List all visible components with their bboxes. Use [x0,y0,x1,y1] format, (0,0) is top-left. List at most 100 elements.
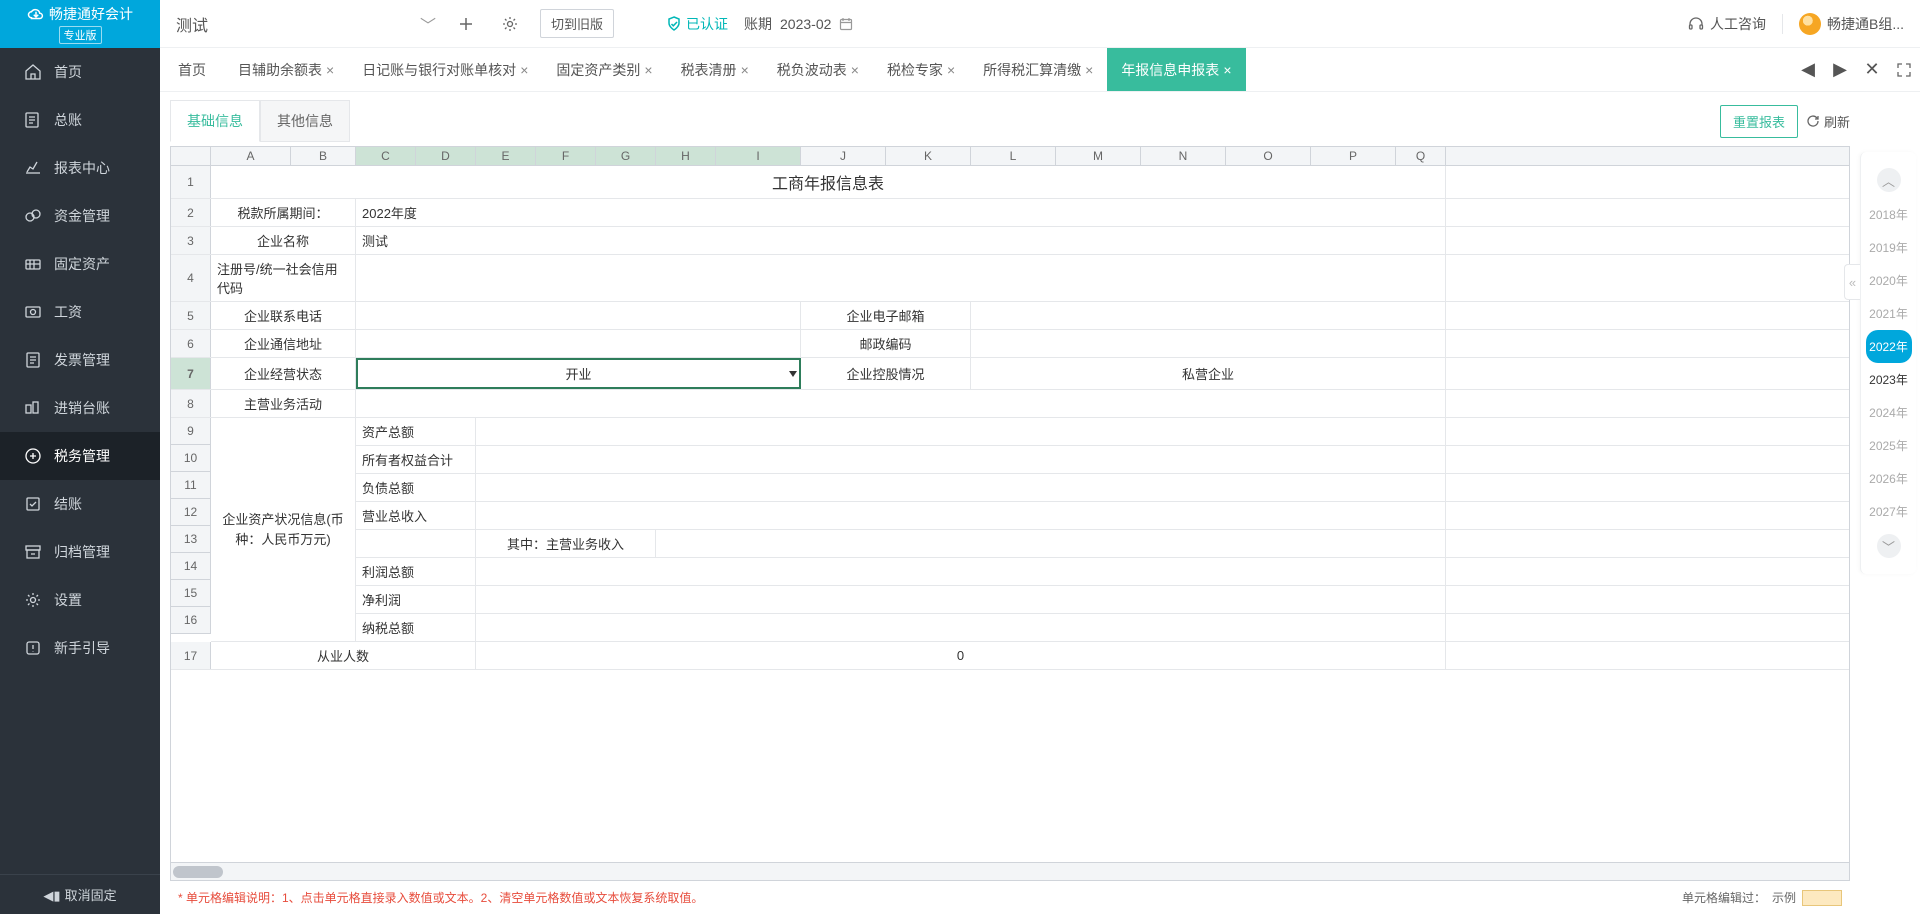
year-2023年[interactable]: 2023年 [1866,363,1912,396]
tab-home[interactable]: 首页 [160,48,224,91]
subtab-1[interactable]: 其他信息 [260,100,350,142]
cell[interactable]: 纳税总额 [356,614,476,641]
cell[interactable] [476,614,1446,641]
cell[interactable] [476,558,1446,585]
business-status-cell[interactable]: 开业 [356,358,801,389]
sidebar-item-4[interactable]: 固定资产 [0,240,160,288]
horizontal-scrollbar[interactable] [171,862,1849,880]
cell[interactable]: 企业经营状态 [211,358,356,389]
cell[interactable] [476,586,1446,613]
cell[interactable] [476,446,1446,473]
col-header-C[interactable]: C [356,147,416,165]
tab-1[interactable]: 日记账与银行对账单核对× [348,48,542,91]
cell[interactable]: 0 [476,642,1446,669]
cell[interactable] [656,530,1446,557]
tab-scroll-right[interactable]: ▶ [1824,59,1856,80]
select-all-corner[interactable] [171,147,211,165]
tab-2[interactable]: 固定资产类别× [542,48,666,91]
year-2024年[interactable]: 2024年 [1866,396,1912,429]
cell[interactable]: 主营业务活动 [211,390,356,417]
year-2022年[interactable]: 2022年 [1866,330,1912,363]
col-header-Q[interactable]: Q [1396,147,1446,165]
row-header-3[interactable]: 3 [171,227,211,254]
col-header-K[interactable]: K [886,147,971,165]
cell[interactable] [356,255,1446,301]
refresh-button[interactable]: 刷新 [1806,112,1850,131]
row-header-10[interactable]: 10 [171,445,211,472]
year-down-button[interactable]: ﹀ [1877,534,1901,558]
sidebar-item-9[interactable]: 结账 [0,480,160,528]
cell[interactable]: 利润总额 [356,558,476,585]
row-header-1[interactable]: 1 [171,166,211,198]
sheet-title[interactable]: 工商年报信息表 [211,166,1446,198]
cell[interactable] [476,502,1446,529]
cell[interactable]: 资产总额 [356,418,476,445]
sidebar-item-5[interactable]: 工资 [0,288,160,336]
sidebar-item-3[interactable]: 资金管理 [0,192,160,240]
row-header-4[interactable]: 4 [171,255,211,301]
cell[interactable]: 企业电子邮箱 [801,302,971,329]
sidebar-item-8[interactable]: 税务管理 [0,432,160,480]
tab-3[interactable]: 税表清册× [667,48,763,91]
year-2021年[interactable]: 2021年 [1866,297,1912,330]
period-value[interactable]: 2022年度 [356,199,1446,226]
cell[interactable]: 净利润 [356,586,476,613]
accounting-period[interactable]: 账期 2023-02 [744,14,853,34]
cell[interactable]: 所有者权益合计 [356,446,476,473]
tab-close-icon[interactable]: × [1223,62,1231,78]
tab-close-icon[interactable]: × [326,62,334,78]
sidebar-item-10[interactable]: 归档管理 [0,528,160,576]
cell[interactable]: 注册号/统一社会信用代码 [211,255,356,301]
row-header-12[interactable]: 12 [171,499,211,526]
col-header-D[interactable]: D [416,147,476,165]
cell[interactable]: 测试 [356,227,1446,254]
year-2018年[interactable]: 2018年 [1866,198,1912,231]
row-header-7[interactable]: 7 [171,358,211,389]
row-header-16[interactable]: 16 [171,607,211,634]
rail-collapse-handle[interactable]: « [1844,264,1860,300]
grid-body[interactable]: 1工商年报信息表2税款所属期间：2022年度 3企业名称测试 4注册号/统一社会信用… [171,166,1849,862]
reset-report-button[interactable]: 重置报表 [1720,105,1798,138]
tab-0[interactable]: 目辅助余额表× [224,48,348,91]
year-2020年[interactable]: 2020年 [1866,264,1912,297]
col-header-P[interactable]: P [1311,147,1396,165]
switch-old-version-button[interactable]: 切到旧版 [540,9,614,38]
year-2027年[interactable]: 2027年 [1866,495,1912,528]
add-button[interactable] [452,10,480,38]
row-header-11[interactable]: 11 [171,472,211,499]
subtab-0[interactable]: 基础信息 [170,100,260,142]
col-header-B[interactable]: B [291,147,356,165]
period-label[interactable]: 税款所属期间： [211,199,356,226]
tab-close-icon[interactable]: × [741,62,749,78]
year-2019年[interactable]: 2019年 [1866,231,1912,264]
cell[interactable] [971,302,1446,329]
row-header-2[interactable]: 2 [171,199,211,226]
row-header-5[interactable]: 5 [171,302,211,329]
row-header-17[interactable]: 17 [171,642,211,669]
cell[interactable]: 企业控股情况 [801,358,971,389]
year-2025年[interactable]: 2025年 [1866,429,1912,462]
cell[interactable]: 企业联系电话 [211,302,356,329]
sidebar-item-2[interactable]: 报表中心 [0,144,160,192]
cell[interactable]: 邮政编码 [801,330,971,357]
consult-button[interactable]: 人工咨询 [1688,14,1766,34]
row-header-8[interactable]: 8 [171,390,211,417]
col-header-J[interactable]: J [801,147,886,165]
cell[interactable]: 其中：主营业务收入 [476,530,656,557]
sidebar-item-6[interactable]: 发票管理 [0,336,160,384]
cell[interactable]: 私营企业 [971,358,1446,389]
cell[interactable]: 负债总额 [356,474,476,501]
row-header-6[interactable]: 6 [171,330,211,357]
company-selector[interactable]: 测试 ﹀ [176,12,436,36]
sidebar-item-7[interactable]: 进销台账 [0,384,160,432]
cell[interactable]: 企业通信地址 [211,330,356,357]
cell[interactable] [971,330,1446,357]
cell[interactable]: 企业名称 [211,227,356,254]
col-header-L[interactable]: L [971,147,1056,165]
tab-close-icon[interactable]: × [520,62,528,78]
tab-4[interactable]: 税负波动表× [763,48,873,91]
row-header-15[interactable]: 15 [171,580,211,607]
col-header-N[interactable]: N [1141,147,1226,165]
col-header-H[interactable]: H [656,147,716,165]
row-header-14[interactable]: 14 [171,553,211,580]
